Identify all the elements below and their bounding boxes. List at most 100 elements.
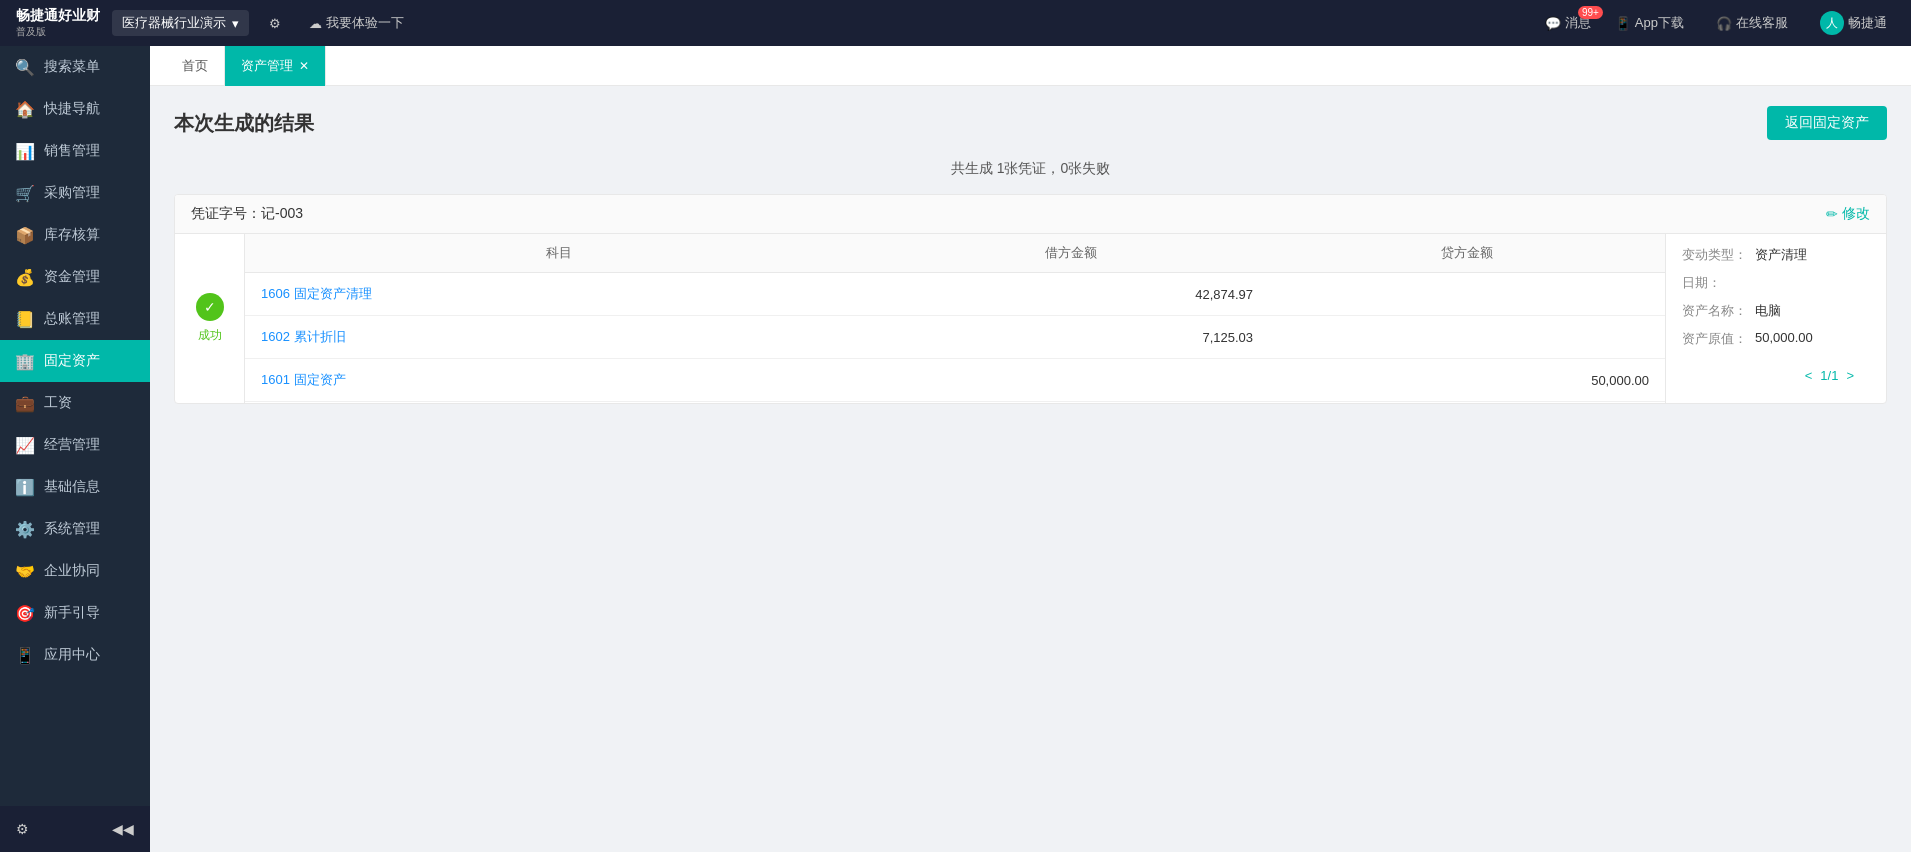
pagination-prev[interactable]: < <box>1805 368 1813 383</box>
sidebar-scroll: 🔍 搜索菜单 🏠 快捷导航 📊 销售管理 🛒 采购管理 📦 库存核算 💰 <box>0 46 150 806</box>
table-row: 1606 固定资产清理 42,874.97 <box>245 273 1665 316</box>
voucher-body: ✓ 成功 科目 借方金额 贷方金额 <box>175 234 1886 403</box>
sidebar-item-label: 系统管理 <box>44 520 100 538</box>
sidebar-item-label: 快捷导航 <box>44 100 100 118</box>
sidebar-item-sales[interactable]: 📊 销售管理 <box>0 130 150 172</box>
asset-original-value-row: 资产原值： 50,000.00 <box>1682 330 1870 348</box>
sidebar-item-label: 采购管理 <box>44 184 100 202</box>
asset-name-value: 电脑 <box>1755 302 1781 320</box>
page-header: 本次生成的结果 返回固定资产 <box>174 106 1887 140</box>
inventory-icon: 📦 <box>16 226 34 244</box>
tab-home-label: 首页 <box>182 57 208 75</box>
voucher-section: 凭证字号：记-003 ✏ 修改 ✓ 成功 <box>174 194 1887 404</box>
sidebar-item-payroll[interactable]: 💼 工资 <box>0 382 150 424</box>
sidebar-item-label: 工资 <box>44 394 72 412</box>
asset-name-label: 资产名称： <box>1682 302 1747 320</box>
table-row: 1601 固定资产 50,000.00 <box>245 359 1665 402</box>
sidebar-item-ledger[interactable]: 📒 总账管理 <box>0 298 150 340</box>
sidebar-item-app-center[interactable]: 📱 应用中心 <box>0 634 150 676</box>
page-title: 本次生成的结果 <box>174 110 314 137</box>
voucher-table-area: 科目 借方金额 贷方金额 1606 固定资产清理 42,874.97 <box>245 234 1666 403</box>
tab-close-icon[interactable]: ✕ <box>299 59 309 73</box>
sales-icon: 📊 <box>16 142 34 160</box>
credit-cell <box>1269 273 1665 316</box>
sidebar-collapse-btn[interactable]: ◀◀ <box>112 821 134 837</box>
subject-cell: 1606 固定资产清理 <box>245 273 873 316</box>
sidebar: 🔍 搜索菜单 🏠 快捷导航 📊 销售管理 🛒 采购管理 📦 库存核算 💰 <box>0 46 150 852</box>
content-area: 首页 资产管理 ✕ 本次生成的结果 返回固定资产 共生成 1张凭证，0张失败 凭… <box>150 46 1911 852</box>
voucher-header: 凭证字号：记-003 ✏ 修改 <box>175 195 1886 234</box>
company-name: 医疗器械行业演示 <box>122 14 226 32</box>
messages-btn[interactable]: 💬 消息 99+ <box>1545 14 1591 32</box>
home-icon: 🏠 <box>16 100 34 118</box>
logo-area: 畅捷通好业财 普及版 <box>16 7 100 39</box>
search-icon: 🔍 <box>16 58 34 76</box>
sidebar-item-label: 资金管理 <box>44 268 100 286</box>
experience-label: 我要体验一下 <box>326 14 404 32</box>
sidebar-item-guide[interactable]: 🎯 新手引导 <box>0 592 150 634</box>
back-to-fixed-assets-button[interactable]: 返回固定资产 <box>1767 106 1887 140</box>
credit-cell <box>1269 316 1665 359</box>
funds-icon: 💰 <box>16 268 34 286</box>
user-area[interactable]: 人 畅捷通 <box>1812 7 1895 39</box>
guide-icon: 🎯 <box>16 604 34 622</box>
col-header-subject: 科目 <box>245 234 873 273</box>
asset-original-value-value: 50,000.00 <box>1755 330 1813 348</box>
online-service-label: 在线客服 <box>1736 14 1788 32</box>
sidebar-settings-btn[interactable]: ⚙ <box>16 821 29 837</box>
sidebar-item-purchase[interactable]: 🛒 采购管理 <box>0 172 150 214</box>
table-row: 1602 累计折旧 7,125.03 <box>245 316 1665 359</box>
sidebar-item-label: 基础信息 <box>44 478 100 496</box>
debit-cell: 7,125.03 <box>873 316 1269 359</box>
message-icon: 💬 <box>1545 16 1561 31</box>
sidebar-item-system[interactable]: ⚙️ 系统管理 <box>0 508 150 550</box>
experience-btn[interactable]: ☁ 我要体验一下 <box>301 10 412 36</box>
sidebar-item-inventory[interactable]: 📦 库存核算 <box>0 214 150 256</box>
sidebar-item-quick-nav[interactable]: 🏠 快捷导航 <box>0 88 150 130</box>
sidebar-item-basic-info[interactable]: ℹ️ 基础信息 <box>0 466 150 508</box>
logo-title: 畅捷通好业财 <box>16 7 100 25</box>
result-summary: 共生成 1张凭证，0张失败 <box>174 160 1887 178</box>
sidebar-item-label: 固定资产 <box>44 352 100 370</box>
debit-cell <box>873 359 1269 402</box>
change-type-value: 资产清理 <box>1755 246 1807 264</box>
top-header: 畅捷通好业财 普及版 医疗器械行业演示 ▾ ⚙ ☁ 我要体验一下 💬 消息 99… <box>0 0 1911 46</box>
col-header-debit: 借方金额 <box>873 234 1269 273</box>
app-download-label: App下载 <box>1635 14 1684 32</box>
sidebar-item-funds[interactable]: 💰 资金管理 <box>0 256 150 298</box>
basic-info-icon: ℹ️ <box>16 478 34 496</box>
sidebar-item-label: 应用中心 <box>44 646 100 664</box>
tab-home[interactable]: 首页 <box>166 46 225 86</box>
tab-asset-mgmt[interactable]: 资产管理 ✕ <box>225 46 326 86</box>
sidebar-item-search[interactable]: 🔍 搜索菜单 <box>0 46 150 88</box>
asset-original-value-label: 资产原值： <box>1682 330 1747 348</box>
sidebar-item-enterprise[interactable]: 🤝 企业协同 <box>0 550 150 592</box>
ledger-icon: 📒 <box>16 310 34 328</box>
sidebar-item-fixed-assets[interactable]: 🏢 固定资产 <box>0 340 150 382</box>
sidebar-item-label: 销售管理 <box>44 142 100 160</box>
success-icon: ✓ <box>196 293 224 321</box>
pagination: < 1/1 > <box>1682 358 1870 391</box>
date-label: 日期： <box>1682 274 1721 292</box>
sidebar-item-label: 经营管理 <box>44 436 100 454</box>
page-content: 本次生成的结果 返回固定资产 共生成 1张凭证，0张失败 凭证字号：记-003 … <box>150 86 1911 852</box>
asset-name-row: 资产名称： 电脑 <box>1682 302 1870 320</box>
sidebar-item-operations[interactable]: 📈 经营管理 <box>0 424 150 466</box>
voucher-edit-button[interactable]: ✏ 修改 <box>1826 205 1870 223</box>
operations-icon: 📈 <box>16 436 34 454</box>
online-service-btn[interactable]: 🎧 在线客服 <box>1708 10 1796 36</box>
pagination-next[interactable]: > <box>1846 368 1854 383</box>
app-download-btn[interactable]: 📱 App下载 <box>1607 10 1692 36</box>
fixed-assets-icon: 🏢 <box>16 352 34 370</box>
debit-cell: 42,874.97 <box>873 273 1269 316</box>
subject-cell: 1602 累计折旧 <box>245 316 873 359</box>
company-selector[interactable]: 医疗器械行业演示 ▾ <box>112 10 249 36</box>
edit-icon: ✏ <box>1826 206 1838 222</box>
sidebar-item-label: 总账管理 <box>44 310 100 328</box>
voucher-table: 科目 借方金额 贷方金额 1606 固定资产清理 42,874.97 <box>245 234 1665 402</box>
dropdown-icon: ▾ <box>232 16 239 31</box>
settings-icon: ⚙ <box>269 16 281 31</box>
settings-btn[interactable]: ⚙ <box>261 12 289 35</box>
service-icon: 🎧 <box>1716 16 1732 31</box>
credit-cell: 50,000.00 <box>1269 359 1665 402</box>
